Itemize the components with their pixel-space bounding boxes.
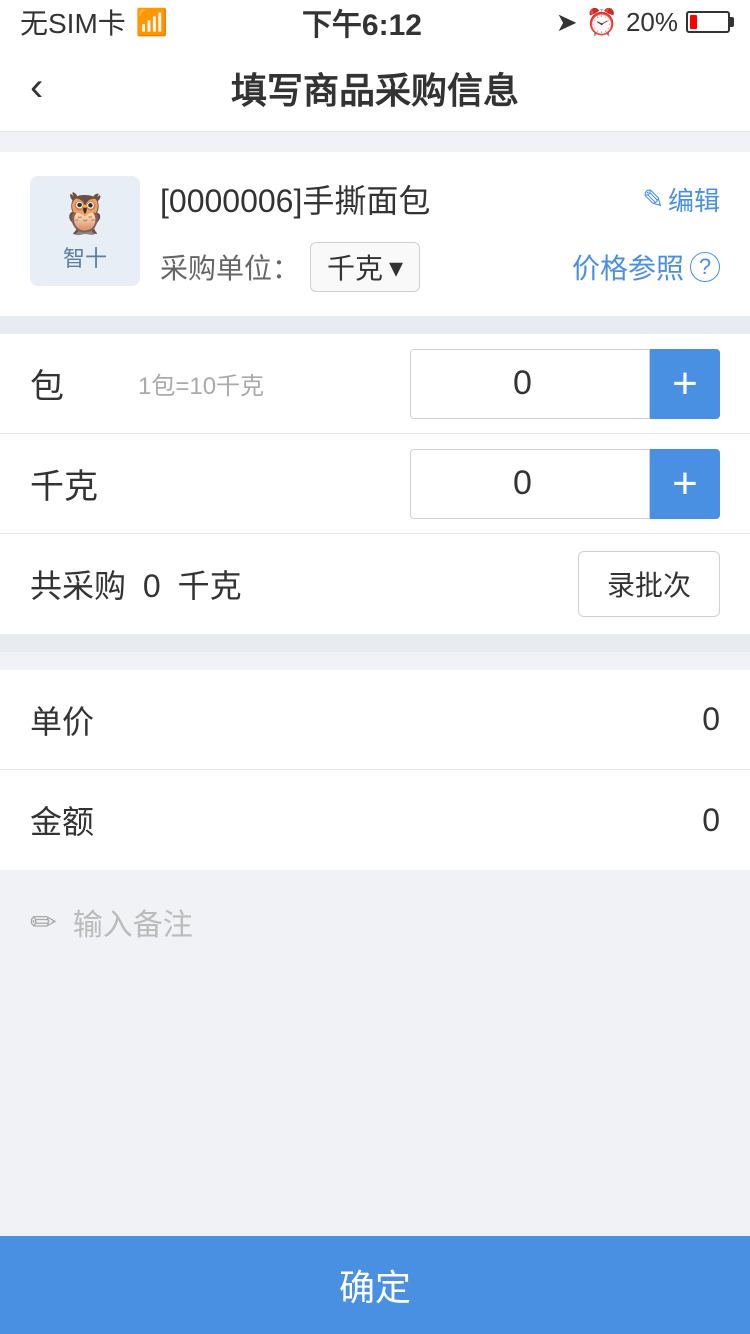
confirm-label: 确定 [339, 1259, 411, 1311]
unit-label: 采购单位： 千克 ▾ [160, 242, 420, 292]
product-info: [0000006]手撕面包 ✎ 编辑 采购单位： 千克 ▾ 价格参照 ? [160, 176, 720, 292]
kg-input-wrap: + [410, 449, 720, 519]
battery-icon [686, 11, 730, 33]
amount-label: 金额 [30, 797, 94, 843]
kg-input[interactable] [410, 449, 650, 519]
unit-prefix: 采购单位： [160, 247, 300, 287]
battery-percent: 20% [626, 7, 678, 38]
price-ref-label: 价格参照 [572, 247, 684, 287]
total-row: 共采购 0 千克 录批次 [0, 534, 750, 634]
input-section: 包 1包=10千克 + 千克 + [0, 334, 750, 534]
total-prefix: 共采购 [30, 568, 126, 604]
status-bar: 无SIM卡 📶 下午6:12 ➤ ⏰ 20% [0, 0, 750, 44]
edit-label: 编辑 [668, 181, 720, 218]
status-time: 下午6:12 [302, 0, 422, 44]
pencil-icon: ✏ [30, 903, 57, 941]
notes-section[interactable]: ✏ 输入备注 [0, 870, 750, 974]
bag-label: 包 [30, 359, 130, 408]
total-unit: 千克 [178, 568, 242, 604]
price-ref-button[interactable]: 价格参照 ? [572, 247, 720, 287]
nav-bar: ‹ 填写商品采购信息 [0, 44, 750, 132]
kg-plus-button[interactable]: + [650, 449, 720, 519]
product-name-row: [0000006]手撕面包 ✎ 编辑 [160, 176, 720, 222]
product-card: 🦉 智十 [0000006]手撕面包 ✎ 编辑 采购单位： 千克 ▾ 价格参照 … [0, 152, 750, 316]
kg-input-row: 千克 + [0, 434, 750, 534]
unit-select[interactable]: 千克 ▾ [310, 242, 420, 292]
bag-plus-button[interactable]: + [650, 349, 720, 419]
unit-price-row: 单价 0 [0, 670, 750, 770]
content-area [0, 974, 750, 1274]
batch-button[interactable]: 录批次 [578, 551, 720, 617]
wifi-icon: 📶 [136, 7, 168, 38]
location-icon: ➤ [556, 7, 578, 38]
page-title: 填写商品采购信息 [231, 62, 519, 114]
status-left: 无SIM卡 📶 [20, 2, 168, 42]
bag-input-row: 包 1包=10千克 + [0, 334, 750, 434]
product-image: 🦉 智十 [30, 176, 140, 286]
separator-1 [0, 316, 750, 334]
amount-row: 金额 0 [0, 770, 750, 870]
status-right: ➤ ⏰ 20% [556, 7, 730, 38]
edit-button[interactable]: ✎ 编辑 [642, 181, 720, 218]
product-name: [0000006]手撕面包 [160, 176, 430, 222]
carrier-text: 无SIM卡 [20, 2, 126, 42]
price-section: 单价 0 金额 0 [0, 670, 750, 870]
unit-value: 千克 [327, 247, 383, 287]
product-logo-label: 智十 [60, 241, 110, 273]
separator-2 [0, 634, 750, 652]
product-logo-icon: 🦉 [60, 190, 110, 237]
bag-input-wrap: + [410, 349, 720, 419]
unit-price-value: 0 [702, 701, 720, 738]
amount-value: 0 [702, 802, 720, 839]
edit-icon: ✎ [642, 184, 664, 215]
dropdown-arrow-icon: ▾ [389, 251, 403, 284]
bag-input[interactable] [410, 349, 650, 419]
back-button[interactable]: ‹ [30, 65, 43, 110]
product-unit-row: 采购单位： 千克 ▾ 价格参照 ? [160, 242, 720, 292]
notes-placeholder: 输入备注 [73, 900, 193, 944]
bag-sublabel: 1包=10千克 [138, 366, 410, 401]
confirm-button[interactable]: 确定 [0, 1236, 750, 1334]
kg-label: 千克 [30, 459, 130, 508]
alarm-icon: ⏰ [586, 7, 618, 38]
unit-price-label: 单价 [30, 697, 94, 743]
total-amount: 0 [143, 568, 161, 604]
help-icon: ? [690, 252, 720, 282]
total-text: 共采购 0 千克 [30, 561, 242, 607]
